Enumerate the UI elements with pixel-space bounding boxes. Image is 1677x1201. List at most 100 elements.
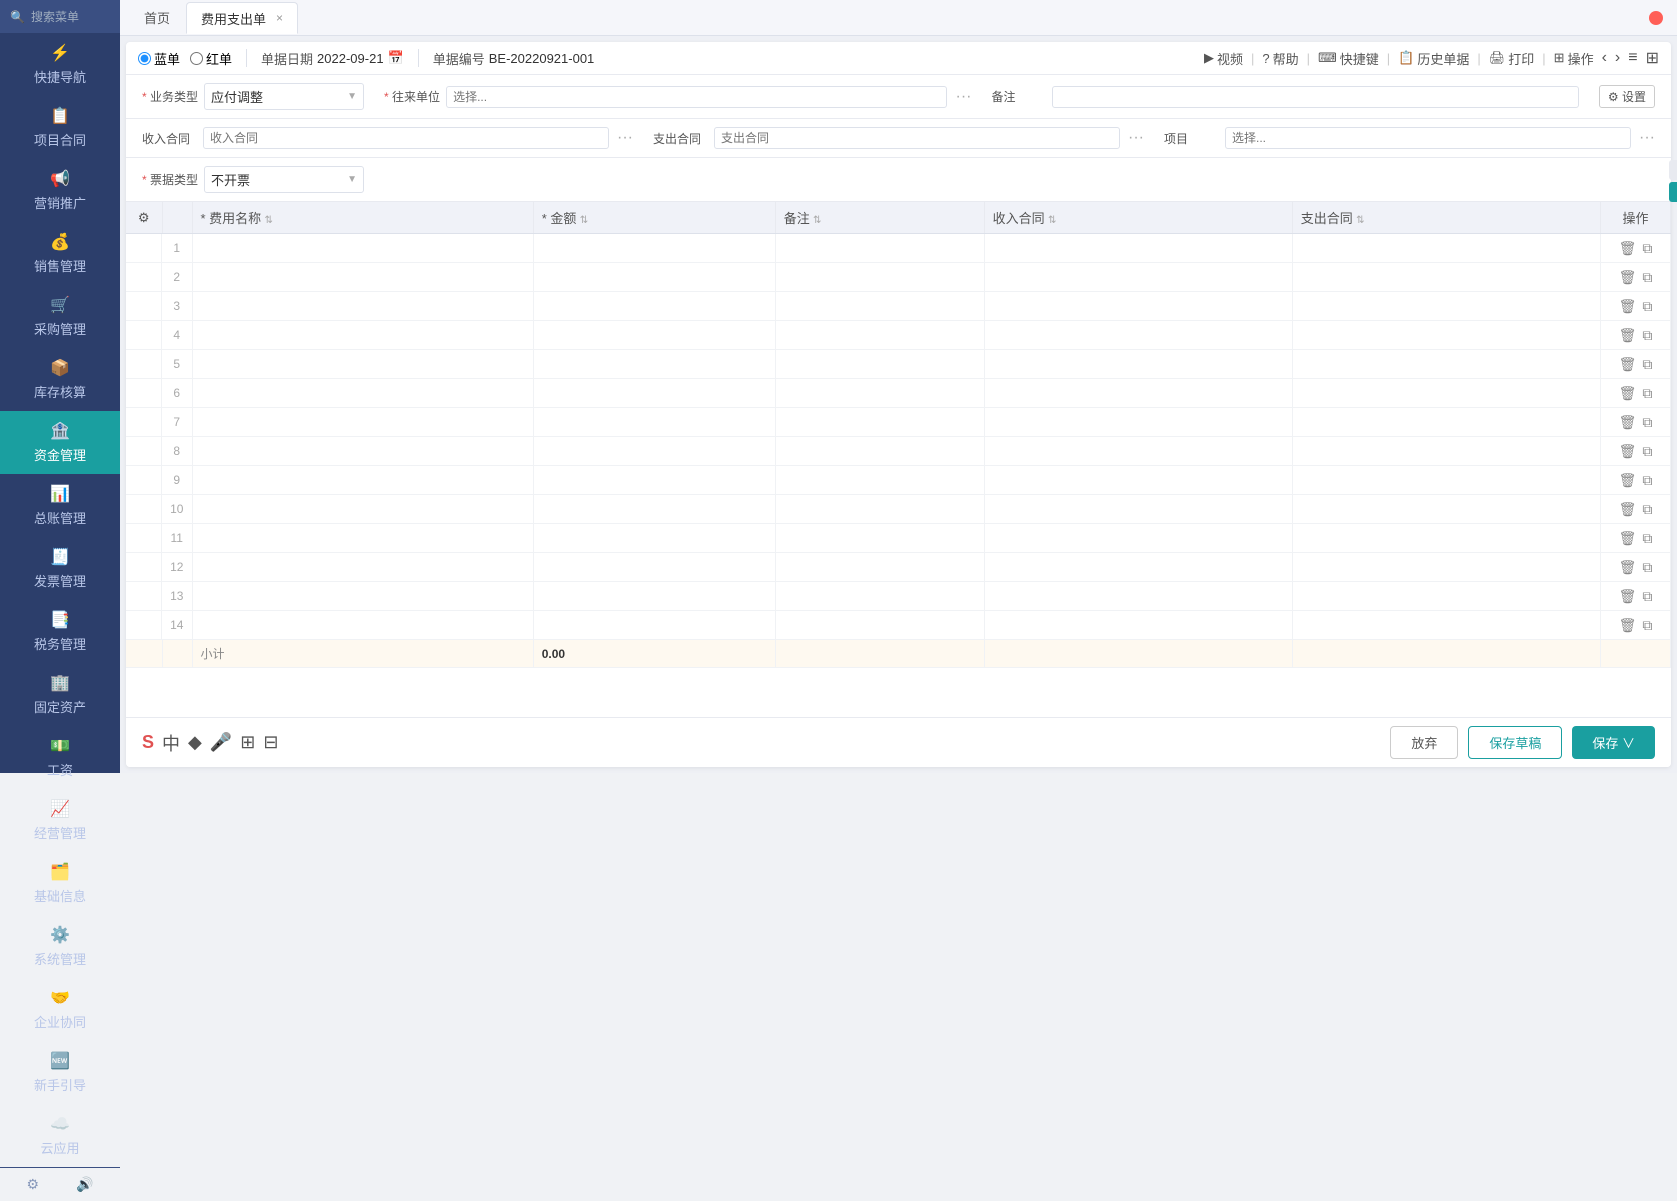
expense-name-cell[interactable] [192,437,533,466]
expense-name-cell[interactable] [192,292,533,321]
amount-cell[interactable] [533,437,775,466]
row-delete-icon[interactable]: 🗑 [1619,327,1637,344]
income-contract-cell[interactable] [984,524,1292,553]
income-contract-dots[interactable]: ··· [617,129,633,147]
row-delete-icon[interactable]: 🗑 [1619,501,1637,518]
remark-cell[interactable] [775,350,984,379]
expense-contract-cell[interactable] [1292,234,1600,263]
row-delete-icon[interactable]: 🗑 [1619,617,1637,634]
right-edge-tab2[interactable] [1669,182,1677,202]
expense-contract-cell[interactable] [1292,379,1600,408]
expense-name-cell[interactable] [192,263,533,292]
counterpart-dots[interactable]: ··· [955,88,971,106]
amount-cell[interactable] [533,263,775,292]
remark-cell[interactable] [775,582,984,611]
remark-cell[interactable] [775,495,984,524]
expense-name-cell[interactable] [192,379,533,408]
sidebar-item-sales-mgmt[interactable]: 💰销售管理 [0,222,120,285]
row-delete-icon[interactable]: 🗑 [1619,588,1637,605]
amount-cell[interactable] [533,495,775,524]
expense-contract-cell[interactable] [1292,321,1600,350]
row-copy-icon[interactable]: ⧉ [1642,414,1652,431]
row-copy-icon[interactable]: ⧉ [1642,269,1652,286]
expense-name-cell[interactable] [192,466,533,495]
remark-input[interactable] [1052,86,1578,108]
amount-cell[interactable] [533,466,775,495]
amount-cell[interactable] [533,292,775,321]
tab-home[interactable]: 首页 [130,2,184,34]
expense-contract-dots[interactable]: ··· [1128,129,1144,147]
sidebar-item-fixed-assets[interactable]: 🏢固定资产 [0,663,120,726]
gear-col-header[interactable]: ⚙ [126,202,162,234]
income-contract-cell[interactable] [984,495,1292,524]
row-delete-icon[interactable]: 🗑 [1619,240,1637,257]
save-button[interactable]: 保存 ∨ [1572,726,1655,759]
sidebar-item-basic-info[interactable]: 🗂️基础信息 [0,852,120,915]
volume-icon[interactable]: 🔊 [76,1176,93,1193]
remark-cell[interactable] [775,466,984,495]
project-dots[interactable]: ··· [1639,129,1655,147]
diamond-icon[interactable]: ◆ [188,732,202,753]
income-contract-cell[interactable] [984,350,1292,379]
sidebar-item-cloud-apps[interactable]: ☁️云应用 [0,1104,120,1167]
calendar-icon[interactable]: 📅 [388,50,404,66]
expense-contract-cell[interactable] [1292,292,1600,321]
row-copy-icon[interactable]: ⧉ [1642,327,1652,344]
expense-contract-cell[interactable] [1292,437,1600,466]
remark-cell[interactable] [775,408,984,437]
row-copy-icon[interactable]: ⧉ [1642,501,1652,518]
history-action[interactable]: 📋 历史单据 [1398,49,1469,68]
minus-table-icon[interactable]: ⊟ [263,732,278,753]
sidebar-item-ops-mgmt[interactable]: 📈经营管理 [0,789,120,852]
income-contract-cell[interactable] [984,321,1292,350]
biz-type-select[interactable]: 应付调整 ▼ [204,83,364,110]
expense-contract-cell[interactable] [1292,408,1600,437]
row-delete-icon[interactable]: 🗑 [1619,356,1637,373]
income-contract-col-header[interactable]: 收入合同 ⇅ [984,202,1292,234]
expense-contract-cell[interactable] [1292,553,1600,582]
view-list-btn[interactable]: ≡ [1628,49,1637,67]
income-contract-cell[interactable] [984,582,1292,611]
discard-button[interactable]: 放弃 [1390,726,1458,759]
income-contract-cell[interactable] [984,263,1292,292]
row-copy-icon[interactable]: ⧉ [1642,530,1652,547]
row-copy-icon[interactable]: ⧉ [1642,472,1652,489]
counterpart-input[interactable] [446,86,947,108]
amount-cell[interactable] [533,379,775,408]
right-edge-tab1[interactable] [1669,160,1677,180]
sidebar-item-inventory[interactable]: 📦库存核算 [0,348,120,411]
chinese-icon[interactable]: 中 [162,730,180,756]
row-copy-icon[interactable]: ⧉ [1642,617,1652,634]
income-contract-cell[interactable] [984,379,1292,408]
sidebar-item-sys-mgmt[interactable]: ⚙️系统管理 [0,915,120,978]
row-delete-icon[interactable]: 🗑 [1619,385,1637,402]
blue-bill-radio[interactable]: 蓝单 [138,49,180,68]
amount-cell[interactable] [533,582,775,611]
amount-cell[interactable] [533,234,775,263]
more-ops-action[interactable]: ⊞ 操作 [1554,49,1594,68]
tab-expense-close[interactable]: × [276,11,283,25]
sidebar-item-capital-mgmt[interactable]: 🏦资金管理 [0,411,120,474]
table-icon[interactable]: ⊞ [240,732,255,753]
remark-col-header[interactable]: 备注 ⇅ [775,202,984,234]
amount-cell[interactable] [533,524,775,553]
amount-cell[interactable] [533,553,775,582]
expense-name-cell[interactable] [192,321,533,350]
sidebar-item-enterprise-collab[interactable]: 🤝企业协同 [0,978,120,1041]
amount-cell[interactable] [533,408,775,437]
income-contract-cell[interactable] [984,234,1292,263]
sidebar-item-payroll[interactable]: 💵工资 [0,726,120,789]
income-contract-cell[interactable] [984,611,1292,640]
remark-cell[interactable] [775,611,984,640]
settings-icon[interactable]: ⚙ [27,1176,40,1193]
mic-icon[interactable]: 🎤 [210,732,232,753]
sidebar-item-purchase-mgmt[interactable]: 🛒采购管理 [0,285,120,348]
row-copy-icon[interactable]: ⧉ [1642,559,1652,576]
nav-prev-btn[interactable]: ‹ [1602,49,1607,67]
amount-col-header[interactable]: * 金额 ⇅ [533,202,775,234]
project-input[interactable] [1225,127,1631,149]
expense-contract-col-header[interactable]: 支出合同 ⇅ [1292,202,1600,234]
help-action[interactable]: ? 帮助 [1262,49,1298,68]
expense-name-cell[interactable] [192,234,533,263]
remark-cell[interactable] [775,234,984,263]
